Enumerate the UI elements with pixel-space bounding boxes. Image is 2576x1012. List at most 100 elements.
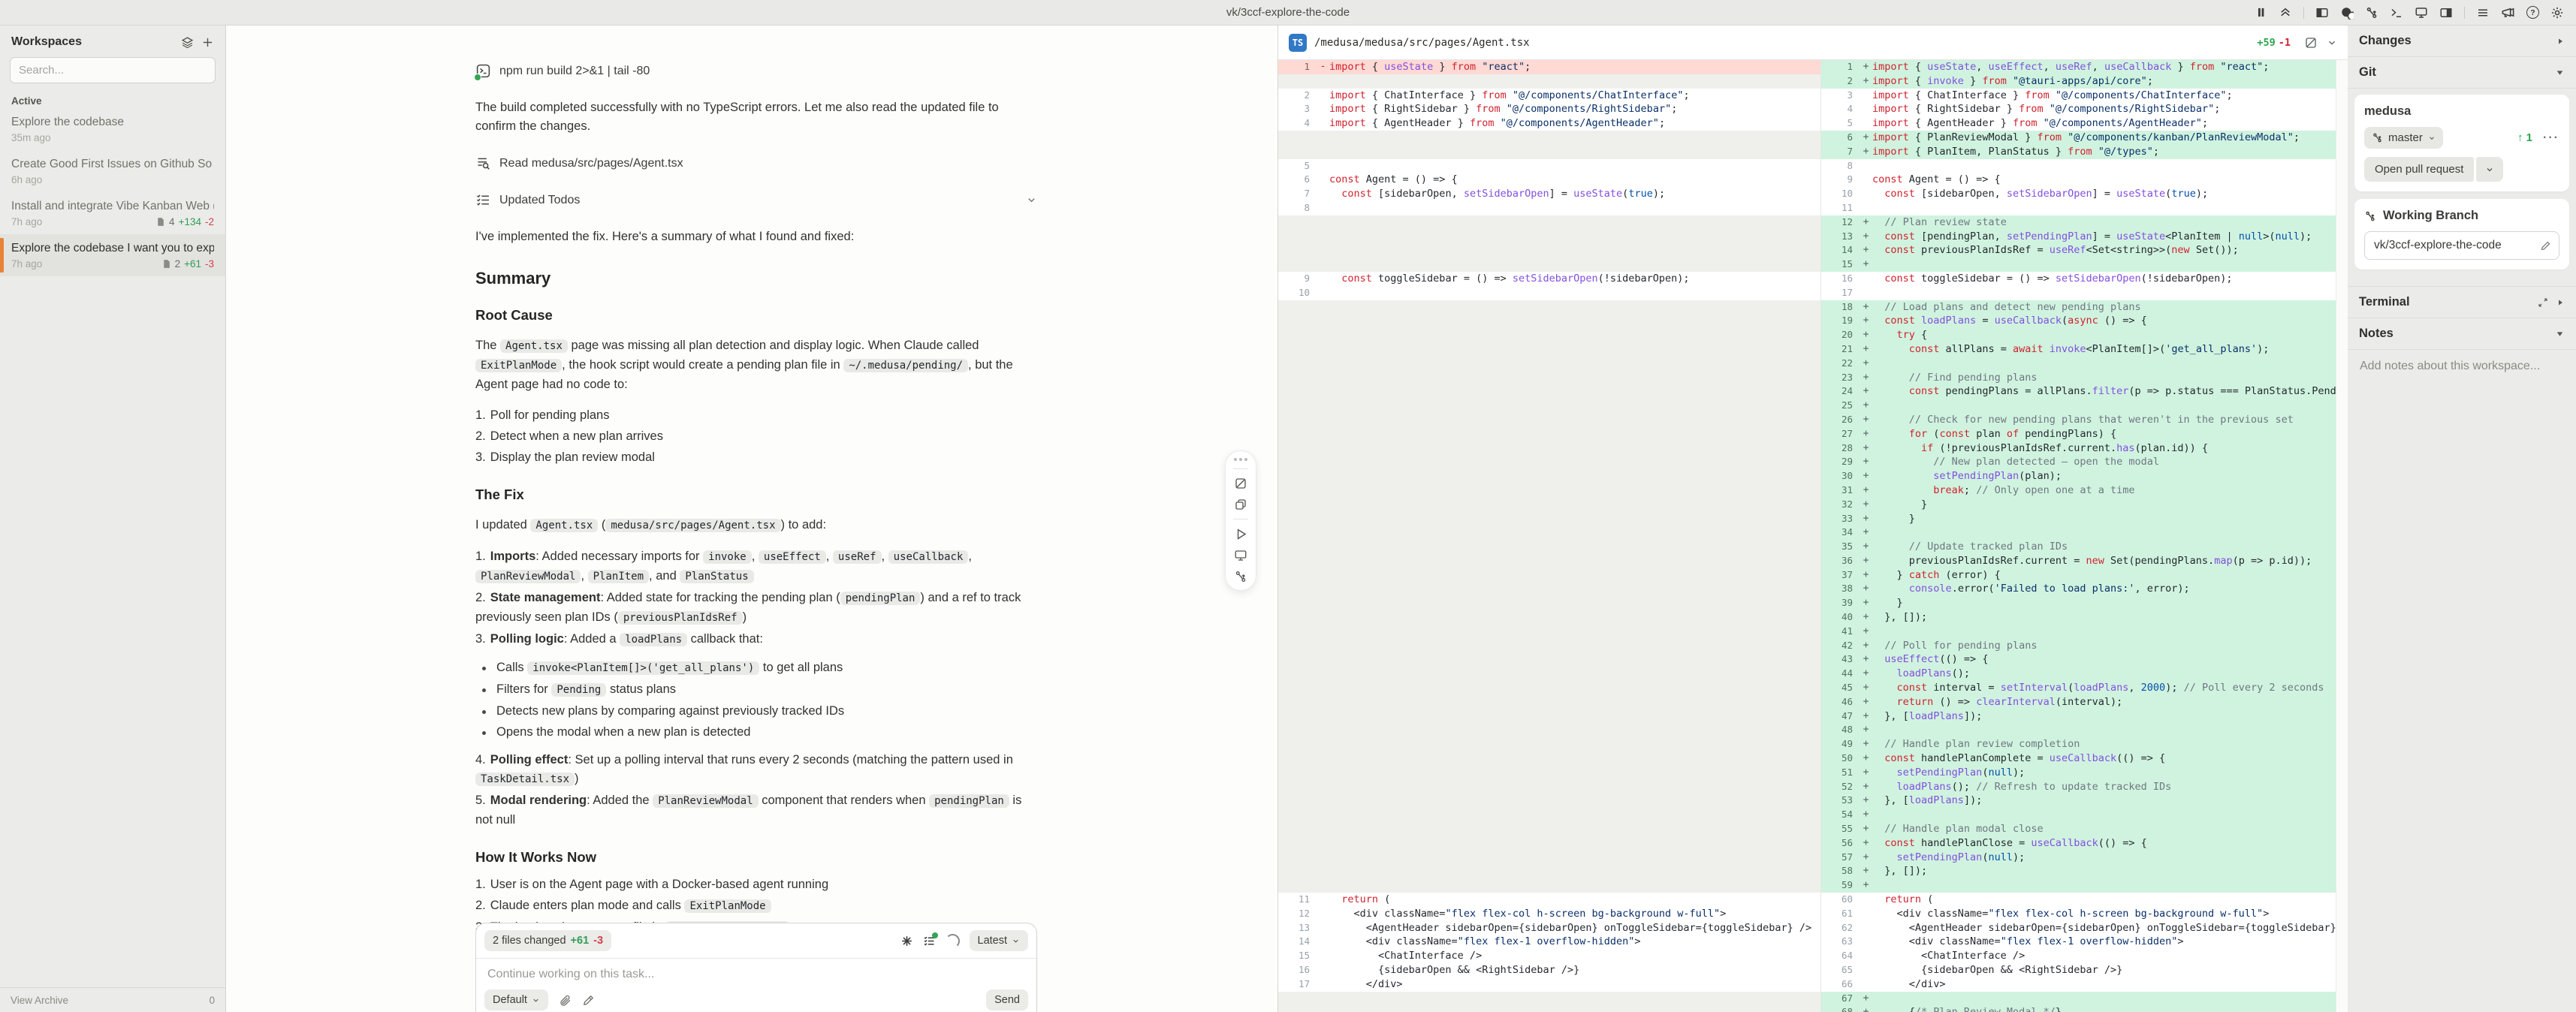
contrast-icon[interactable] [2340, 6, 2354, 20]
section-terminal[interactable]: Terminal [2348, 287, 2576, 318]
diff-row: 7 const [sidebarOpen, setSidebarOpen] = … [1278, 187, 2336, 201]
more-menu[interactable]: ··· [2543, 131, 2559, 145]
split-view-icon[interactable] [2304, 36, 2318, 50]
edit-pencil-icon[interactable] [2540, 240, 2551, 251]
diff-row: 40+ }, []); [1278, 610, 2336, 625]
diff-row: 6+import { PlanReviewModal } from "@/com… [1278, 131, 2336, 145]
typescript-file-icon: TS [1289, 34, 1307, 52]
workspace-item[interactable]: Create Good First Issues on Github So p6… [0, 150, 225, 192]
diff-row: 68+ {/* Plan Review Modal */} [1278, 1005, 2336, 1012]
git-branch-icon[interactable] [1234, 570, 1247, 583]
separator [2464, 7, 2465, 19]
help-icon[interactable]: ? [2526, 6, 2539, 19]
diff-scrollbar[interactable] [2336, 60, 2348, 1012]
monitor-icon[interactable] [1234, 549, 1247, 562]
git-branch-icon[interactable] [2365, 6, 2378, 20]
inline-code: useRef [833, 550, 882, 564]
diff-gap [1278, 314, 1821, 328]
inline-code: invoke [703, 550, 752, 564]
tool-call-row[interactable]: Read medusa/src/pages/Agent.tsx [475, 154, 1037, 173]
notes-placeholder[interactable]: Add notes about this workspace... [2348, 350, 2576, 383]
panel-right-icon[interactable] [2439, 6, 2453, 20]
diff-context-line: 16 const toggleSidebar = () => setSideba… [1821, 272, 2336, 286]
play-icon[interactable] [1234, 527, 1248, 541]
diff-added-line: 47+ }, [loadPlans]); [1821, 709, 2336, 724]
diff-context-line: 63 <div className="flex flex-1 overflow-… [1821, 935, 2336, 949]
working-branch-input[interactable] [2372, 238, 2526, 253]
paperclip-icon[interactable] [559, 994, 572, 1007]
tool-call-label: npm run build 2>&1 | tail -80 [499, 62, 650, 80]
gear-icon[interactable] [2550, 6, 2564, 20]
section-changes[interactable]: Changes [2348, 26, 2576, 57]
section-notes[interactable]: Notes [2348, 318, 2576, 350]
diff-row: 15 <ChatInterface />64 <ChatInterface /> [1278, 949, 2336, 963]
monitor-icon[interactable] [2415, 6, 2428, 20]
diff-removed-line: 1-import { useState } from "react"; [1278, 60, 1821, 74]
open-pull-request-button[interactable]: Open pull request [2364, 157, 2474, 182]
diff-gap [1278, 751, 1821, 766]
menu-icon[interactable] [2476, 6, 2490, 20]
diff-row: 24+ const pendingPlans = allPlans.filter… [1278, 384, 2336, 399]
message-paragraph: The build completed successfully with no… [475, 98, 1037, 136]
inline-code: pendingPlan [840, 592, 921, 605]
stack-icon[interactable] [181, 36, 194, 49]
workspace-item[interactable]: Explore the codebase35m ago [0, 108, 225, 150]
chevron-down-icon [2485, 165, 2494, 174]
diff-context-line: 65 {sidebarOpen && <RightSidebar />} [1821, 963, 2336, 977]
diff-view-icon[interactable] [1234, 477, 1247, 490]
tool-call-row[interactable]: npm run build 2>&1 | tail -80 [475, 62, 1037, 80]
diff-row: 34+ [1278, 526, 2336, 540]
diff-gap [1278, 131, 1821, 145]
archive-count: 0 [209, 995, 215, 1006]
workspace-item[interactable]: Install and integrate Vibe Kanban Web (7… [0, 192, 225, 234]
ahead-count: ↑ 1 [2517, 131, 2532, 144]
diff-added-line: 67+ [1821, 992, 2336, 1006]
chevron-down-icon[interactable] [2327, 38, 2337, 48]
diff-gap [1278, 215, 1821, 230]
tool-call-row[interactable]: Updated Todos [475, 191, 1037, 209]
drag-handle[interactable] [1234, 458, 1247, 461]
diff-added-line: 23+ // Find pending plans [1821, 371, 2336, 385]
diff-context-line: 60 return ( [1821, 893, 2336, 907]
collapse-up-icon[interactable] [2279, 6, 2292, 20]
diff-gap [1278, 723, 1821, 737]
diff-row: 12+ // Plan review state [1278, 215, 2336, 230]
sidebar-section-label: Active [0, 86, 225, 108]
expand-icon[interactable] [2538, 297, 2548, 308]
todos-icon[interactable] [923, 935, 936, 947]
workspace-list: Explore the codebase35m agoCreate Good F… [0, 108, 225, 276]
branch-dropdown[interactable]: master [2364, 127, 2443, 149]
pause-icon[interactable] [2255, 6, 2267, 19]
chat-panel: npm run build 2>&1 | tail -80 The build c… [226, 26, 1278, 1012]
message-input[interactable] [486, 967, 1015, 982]
diff-added-line: 46+ return () => clearInterval(interval)… [1821, 695, 2336, 709]
diff-added-line: 57+ setPendingPlan(null); [1821, 851, 2336, 865]
diff-gap [1278, 455, 1821, 469]
files-changed-chip[interactable]: 2 files changed +61 -3 [484, 930, 611, 951]
terminal-icon[interactable] [2390, 6, 2403, 20]
success-dot [474, 74, 481, 81]
diff-added-line: 19+ const loadPlans = useCallback(async … [1821, 314, 2336, 328]
panel-left-icon[interactable] [2315, 6, 2329, 20]
diff-row: 15+ [1278, 258, 2336, 272]
workspace-item[interactable]: Explore the codebase I want you to exp7h… [0, 234, 225, 276]
copy-icon[interactable] [1234, 498, 1247, 511]
version-dropdown[interactable]: Latest [970, 930, 1029, 951]
model-dropdown[interactable]: Default [484, 989, 548, 1010]
view-archive-link[interactable]: View Archive [11, 995, 68, 1006]
diff-gap [1278, 681, 1821, 695]
chevron-down-icon [1012, 937, 1020, 945]
window-title: vk/3ccf-explore-the-code [1226, 6, 1350, 19]
diff-row: 32+ } [1278, 498, 2336, 512]
send-button[interactable]: Send [986, 989, 1028, 1010]
plus-icon[interactable] [201, 36, 214, 49]
diff-context-line: 8 [1278, 201, 1821, 215]
pen-icon[interactable] [582, 994, 595, 1007]
pr-options-caret[interactable] [2476, 157, 2503, 182]
chevron-down-icon[interactable] [1026, 194, 1037, 206]
diff-added-line: 2+import { invoke } from "@tauri-apps/ap… [1821, 74, 2336, 89]
search-input[interactable] [10, 57, 216, 83]
section-git[interactable]: Git [2348, 57, 2576, 89]
spark-icon[interactable] [900, 935, 913, 947]
megaphone-icon[interactable] [2501, 5, 2515, 20]
